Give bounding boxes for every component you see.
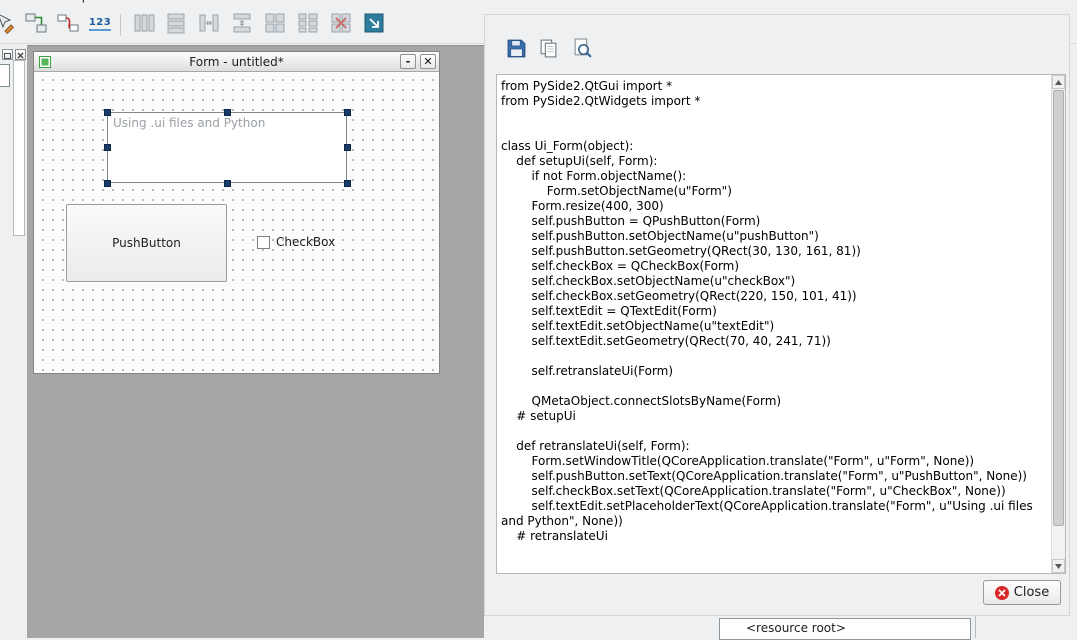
toolbar-separator: [120, 14, 121, 36]
dock-close-button[interactable]: [15, 49, 26, 60]
scroll-down-button[interactable]: [1052, 559, 1065, 573]
widget-box-scrollbar[interactable]: [13, 60, 25, 236]
form-window-titlebar[interactable]: Form - untitled* - ✕: [34, 52, 439, 72]
lay-out-form-button[interactable]: [294, 10, 322, 38]
lay-out-vertically-icon: [164, 11, 188, 38]
code-view[interactable]: from PySide2.QtGui import * from PySide2…: [496, 74, 1066, 574]
generated-python-code[interactable]: from PySide2.QtGui import * from PySide2…: [497, 75, 1051, 573]
lay-out-grid-icon: [263, 11, 287, 38]
close-button[interactable]: Close: [983, 580, 1061, 605]
selection-handle-top-center[interactable]: [224, 109, 231, 116]
menu-help[interactable]: Help: [62, 0, 89, 3]
lay-out-form-icon: [296, 11, 320, 38]
arrow-up-icon: [1055, 80, 1062, 85]
panel-divider: [975, 616, 976, 638]
dock-float-icon: [4, 48, 11, 62]
selection-handle-middle-left[interactable]: [104, 144, 111, 151]
selection-handle-top-left[interactable]: [104, 109, 111, 116]
textedit-widget[interactable]: Using .ui files and Python: [107, 112, 347, 183]
save-button[interactable]: [503, 37, 529, 63]
scroll-up-button[interactable]: [1052, 75, 1065, 89]
pushbutton-widget[interactable]: PushButton: [66, 204, 227, 282]
lay-out-vertical-splitter-icon: [230, 11, 254, 38]
menu-window[interactable]: Window: [8, 0, 55, 3]
form-close-button[interactable]: ✕: [420, 54, 436, 69]
close-button-label: Close: [1014, 585, 1049, 600]
form-window-title: Form - untitled*: [34, 55, 439, 69]
checkbox-widget[interactable]: CheckBox: [257, 235, 335, 249]
dock-float-button[interactable]: [2, 49, 13, 60]
copy-icon: [538, 38, 559, 62]
edit-signals-slots-button[interactable]: [22, 10, 50, 38]
selection-handle-bottom-right[interactable]: [344, 180, 351, 187]
form-minimize-button[interactable]: -: [400, 54, 416, 69]
selection-handle-top-right[interactable]: [344, 109, 351, 116]
break-layout-button[interactable]: [327, 10, 355, 38]
lay-out-vertical-splitter-button[interactable]: [228, 10, 256, 38]
resource-root-item[interactable]: <resource root>: [719, 618, 971, 640]
widget-box-dock: [0, 45, 27, 638]
lay-out-grid-button[interactable]: [261, 10, 289, 38]
save-icon: [506, 38, 527, 62]
lay-out-horizontally-button[interactable]: [130, 10, 158, 38]
edit-buddies-icon: [56, 11, 80, 38]
find-button[interactable]: [569, 37, 595, 63]
edit-signals-slots-icon: [24, 11, 48, 38]
form-window-icon: [39, 56, 51, 68]
close-red-icon: [995, 586, 1009, 600]
edit-widgets-icon: [0, 11, 16, 38]
arrow-down-icon: [1055, 564, 1062, 569]
scrollbar-thumb[interactable]: [1053, 90, 1064, 526]
find-icon: [572, 38, 593, 62]
form-canvas[interactable]: Using .ui files and Python PushButton Ch…: [34, 72, 439, 373]
checkbox-indicator[interactable]: [257, 236, 270, 249]
lay-out-horizontal-splitter-icon: [197, 11, 221, 38]
selection-handle-bottom-center[interactable]: [224, 180, 231, 187]
lay-out-horizontally-icon: [132, 11, 156, 38]
lay-out-horizontal-splitter-button[interactable]: [195, 10, 223, 38]
mdi-area: Form - untitled* - ✕ Using .ui files and…: [27, 45, 484, 638]
edit-buddies-button[interactable]: [54, 10, 82, 38]
edit-tab-order-button[interactable]: 123: [86, 10, 114, 38]
adjust-size-button[interactable]: [360, 10, 388, 38]
adjust-size-icon: [362, 11, 386, 38]
selection-handle-middle-right[interactable]: [344, 144, 351, 151]
selection-handle-bottom-left[interactable]: [104, 180, 111, 187]
code-preview-dialog: from PySide2.QtGui import * from PySide2…: [484, 14, 1070, 616]
edit-tab-order-icon: 123: [89, 17, 111, 31]
edit-widgets-button[interactable]: [0, 10, 18, 38]
code-vertical-scrollbar[interactable]: [1051, 75, 1065, 573]
widget-filter-input[interactable]: [0, 64, 10, 87]
break-layout-icon: [329, 11, 353, 38]
checkbox-label: CheckBox: [276, 235, 335, 249]
bottom-strip: <resource root>: [484, 616, 1077, 638]
form-editor-window: Form - untitled* - ✕ Using .ui files and…: [33, 51, 440, 374]
lay-out-vertically-button[interactable]: [162, 10, 190, 38]
copy-button[interactable]: [535, 37, 561, 63]
